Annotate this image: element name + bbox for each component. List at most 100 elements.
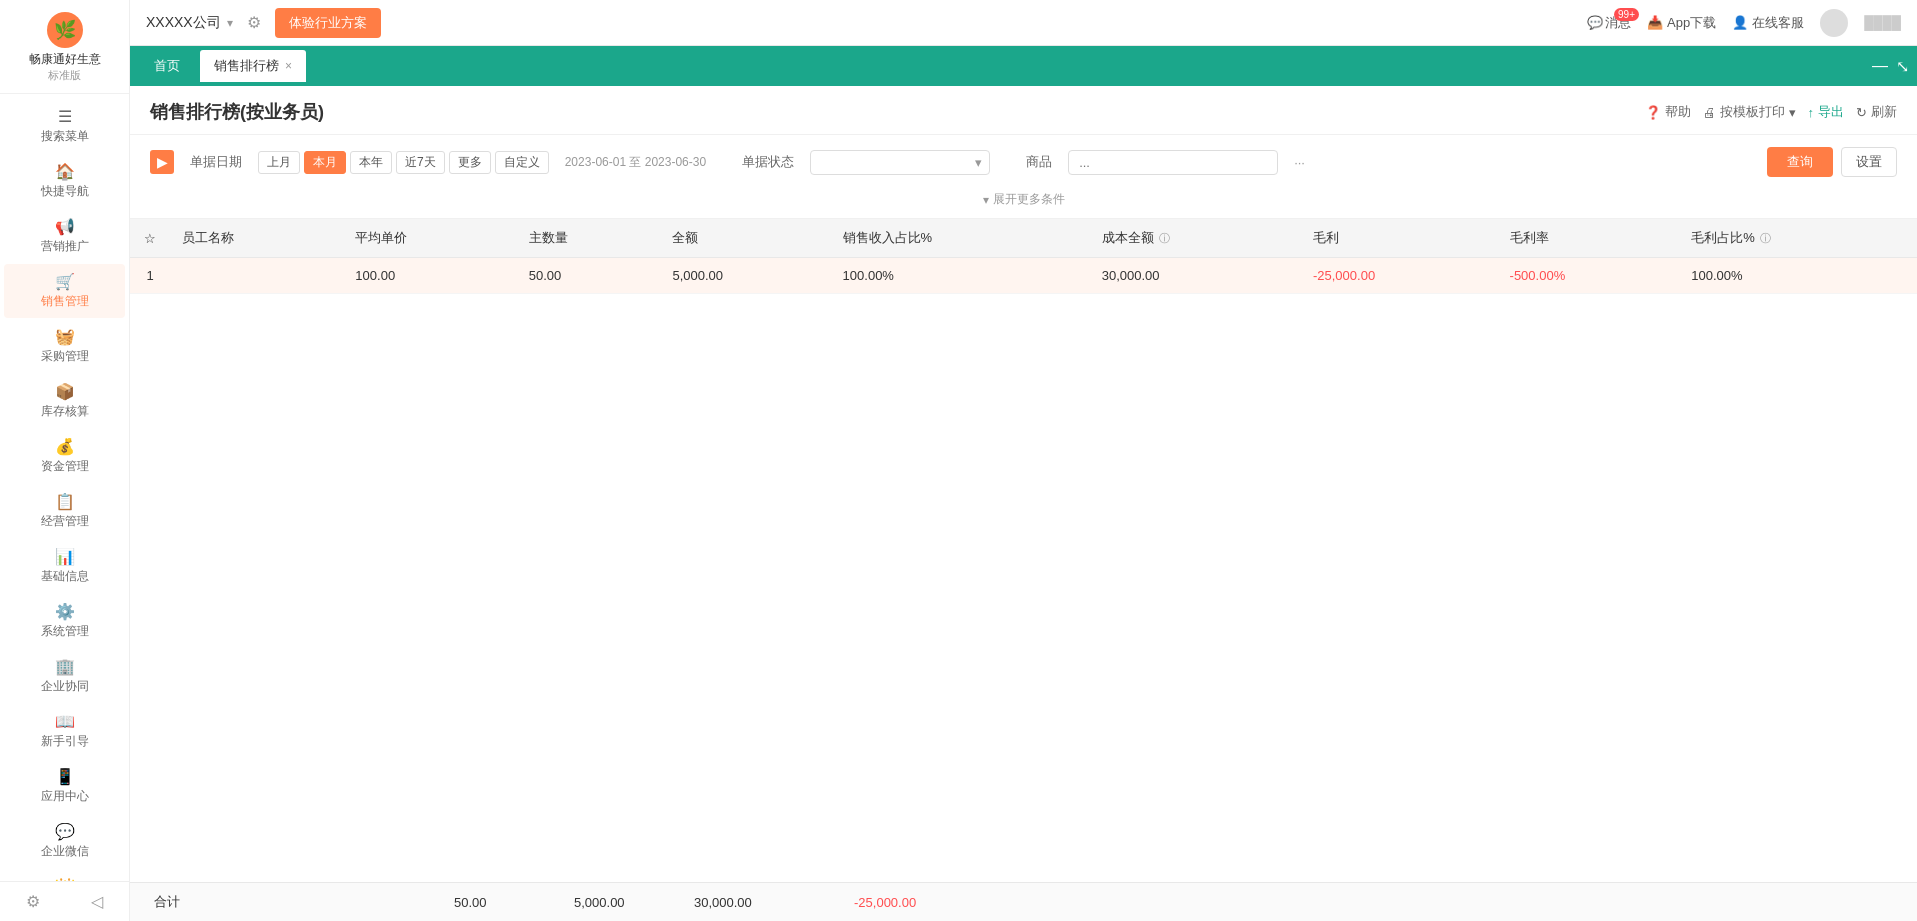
printer-icon: 🖨	[1703, 105, 1716, 120]
refresh-icon: ↻	[1856, 105, 1867, 120]
company-selector[interactable]: XXXXX公司 ▾	[146, 14, 233, 32]
sidebar-item-label: 采购管理	[41, 348, 89, 365]
footer-label: 合计	[142, 893, 442, 911]
chevron-down-icon: ▾	[983, 193, 989, 207]
th-name: 员工名称	[170, 219, 343, 258]
status-select-wrapper	[810, 150, 990, 175]
date-7days-btn[interactable]: 近7天	[396, 151, 445, 174]
sidebar-item-label: 销售管理	[41, 293, 89, 310]
logo-icon: 🌿	[47, 12, 83, 48]
sidebar-item-member[interactable]: 👑 畅会员	[4, 869, 125, 881]
window-minimize-icon[interactable]: —	[1872, 57, 1888, 75]
action-btns-right: 查询 设置	[1767, 147, 1897, 177]
date-this-month-btn[interactable]: 本月	[304, 151, 346, 174]
sidebar-item-search-order[interactable]: ☰ 搜索菜单	[4, 99, 125, 153]
gear-icon: ⚙️	[55, 602, 75, 621]
page-actions: ❓ 帮助 🖨 按模板打印 ▾ ↑ 导出 ↻ 刷新	[1645, 103, 1898, 121]
cart-icon: 🛒	[55, 272, 75, 291]
cell-gross: -25,000.00	[1301, 258, 1498, 294]
megaphone-icon: 📢	[55, 217, 75, 236]
chart-icon: 📊	[55, 547, 75, 566]
cell-avg-price: 100.00	[343, 258, 516, 294]
filter-toggle-btn[interactable]: ▶	[150, 150, 174, 174]
sidebar-item-label: 系统管理	[41, 623, 89, 640]
export-btn[interactable]: ↑ 导出	[1808, 103, 1845, 121]
username[interactable]: ████	[1864, 15, 1901, 30]
goods-filter-label: 商品	[1026, 153, 1052, 171]
app-download-btn[interactable]: 📥 App下载	[1647, 14, 1716, 32]
service-icon: 👤	[1732, 15, 1748, 30]
date-custom-btn[interactable]: 自定义	[495, 151, 549, 174]
sidebar-item-label: 资金管理	[41, 458, 89, 475]
sidebar-item-basic-info[interactable]: 📊 基础信息	[4, 539, 125, 593]
sidebar-item-sales[interactable]: 🛒 销售管理	[4, 264, 125, 318]
sidebar-item-label: 企业协同	[41, 678, 89, 695]
sidebar-item-purchase[interactable]: 🧺 采购管理	[4, 319, 125, 373]
cell-rank: 1	[130, 258, 170, 294]
sidebar-item-finance[interactable]: 💰 资金管理	[4, 429, 125, 483]
th-gross-pct: 毛利占比% ⓘ	[1679, 219, 1917, 258]
online-service-btn[interactable]: 👤 在线客服	[1732, 14, 1804, 32]
th-gross-rate: 毛利率	[1498, 219, 1680, 258]
sidebar-item-guide[interactable]: 📖 新手引导	[4, 704, 125, 758]
cell-cost: 30,000.00	[1090, 258, 1301, 294]
sidebar-item-label: 快捷导航	[41, 183, 89, 200]
cell-sales-pct: 100.00%	[831, 258, 1090, 294]
sidebar-item-system[interactable]: ⚙️ 系统管理	[4, 594, 125, 648]
th-avg-price: 平均单价	[343, 219, 516, 258]
sidebar-item-marketing[interactable]: 📢 营销推广	[4, 209, 125, 263]
sidebar-item-label: 搜索菜单	[41, 128, 89, 145]
footer-cost: 30,000.00	[682, 895, 842, 910]
page-container: 销售排行榜(按业务员) ❓ 帮助 🖨 按模板打印 ▾ ↑ 导出	[130, 86, 1917, 921]
phone-icon: 📱	[55, 767, 75, 786]
expand-conditions-btn[interactable]: ▾ 展开更多条件	[983, 191, 1065, 208]
tabs-right: — ⤡	[1872, 57, 1909, 76]
notification-btn[interactable]: 💬 消息 99+	[1587, 14, 1631, 32]
goods-input[interactable]	[1068, 150, 1278, 175]
sidebar-item-app-center[interactable]: 📱 应用中心	[4, 759, 125, 813]
cost-info-icon[interactable]: ⓘ	[1159, 232, 1170, 244]
tab-close-btn[interactable]: ×	[285, 59, 292, 73]
avatar[interactable]	[1820, 9, 1848, 37]
settings-button[interactable]: 设置	[1841, 147, 1897, 177]
refresh-btn[interactable]: ↻ 刷新	[1856, 103, 1897, 121]
table-container: ☆ 员工名称 平均单价 主数量 全额 销售收入占比% 成本全额 ⓘ 毛利 毛利率	[130, 219, 1917, 882]
chevron-down-icon: ▾	[227, 16, 233, 30]
chat-icon: 💬	[55, 822, 75, 841]
sidebar-footer: ⚙ ◁	[0, 881, 129, 921]
tab-sales-ranking[interactable]: 销售排行榜 ×	[200, 50, 306, 82]
clipboard-icon: 📋	[55, 492, 75, 511]
download-icon: 📥	[1647, 15, 1663, 30]
table-row: 1 100.00 50.00 5,000.00 100.00% 30,000.0…	[130, 258, 1917, 294]
message-icon: 💬	[1587, 15, 1603, 30]
sidebar-item-label: 库存核算	[41, 403, 89, 420]
footer-quantity: 50.00	[442, 895, 562, 910]
sidebar-settings-btn[interactable]: ⚙	[26, 892, 40, 911]
date-prev-month-btn[interactable]: 上月	[258, 151, 300, 174]
help-icon: ❓	[1645, 105, 1661, 120]
status-select[interactable]	[810, 150, 990, 175]
query-button[interactable]: 查询	[1767, 147, 1833, 177]
sidebar-collapse-btn[interactable]: ◁	[91, 892, 103, 911]
help-btn[interactable]: ❓ 帮助	[1645, 103, 1691, 121]
filter-row-1: ▶ 单据日期 上月 本月 本年 近7天 更多 自定义 2023-06-01 至 …	[150, 147, 1897, 177]
money-icon: 💰	[55, 437, 75, 456]
date-more-btn[interactable]: 更多	[449, 151, 491, 174]
sidebar-nav: ☰ 搜索菜单 🏠 快捷导航 📢 营销推广 🛒 销售管理 🧺 采购管理 📦 库存核…	[0, 94, 129, 881]
sidebar-item-quick-nav[interactable]: 🏠 快捷导航	[4, 154, 125, 208]
topbar-gear-btn[interactable]: ⚙	[243, 9, 265, 36]
date-quick-btns: 上月 本月 本年 近7天 更多 自定义	[258, 151, 549, 174]
sidebar-item-wechat[interactable]: 💬 企业微信	[4, 814, 125, 868]
date-this-year-btn[interactable]: 本年	[350, 151, 392, 174]
more-conditions-btn[interactable]: ···	[1294, 155, 1305, 170]
sidebar-item-operations[interactable]: 📋 经营管理	[4, 484, 125, 538]
print-btn[interactable]: 🖨 按模板打印 ▾	[1703, 103, 1796, 121]
sidebar-item-inventory[interactable]: 📦 库存核算	[4, 374, 125, 428]
trial-button[interactable]: 体验行业方案	[275, 8, 381, 38]
th-quantity: 主数量	[517, 219, 661, 258]
tab-home[interactable]: 首页	[138, 46, 196, 86]
window-expand-icon[interactable]: ⤡	[1896, 57, 1909, 76]
sidebar-item-enterprise[interactable]: 🏢 企业协同	[4, 649, 125, 703]
gross-pct-info-icon[interactable]: ⓘ	[1760, 232, 1771, 244]
sidebar-item-label: 基础信息	[41, 568, 89, 585]
